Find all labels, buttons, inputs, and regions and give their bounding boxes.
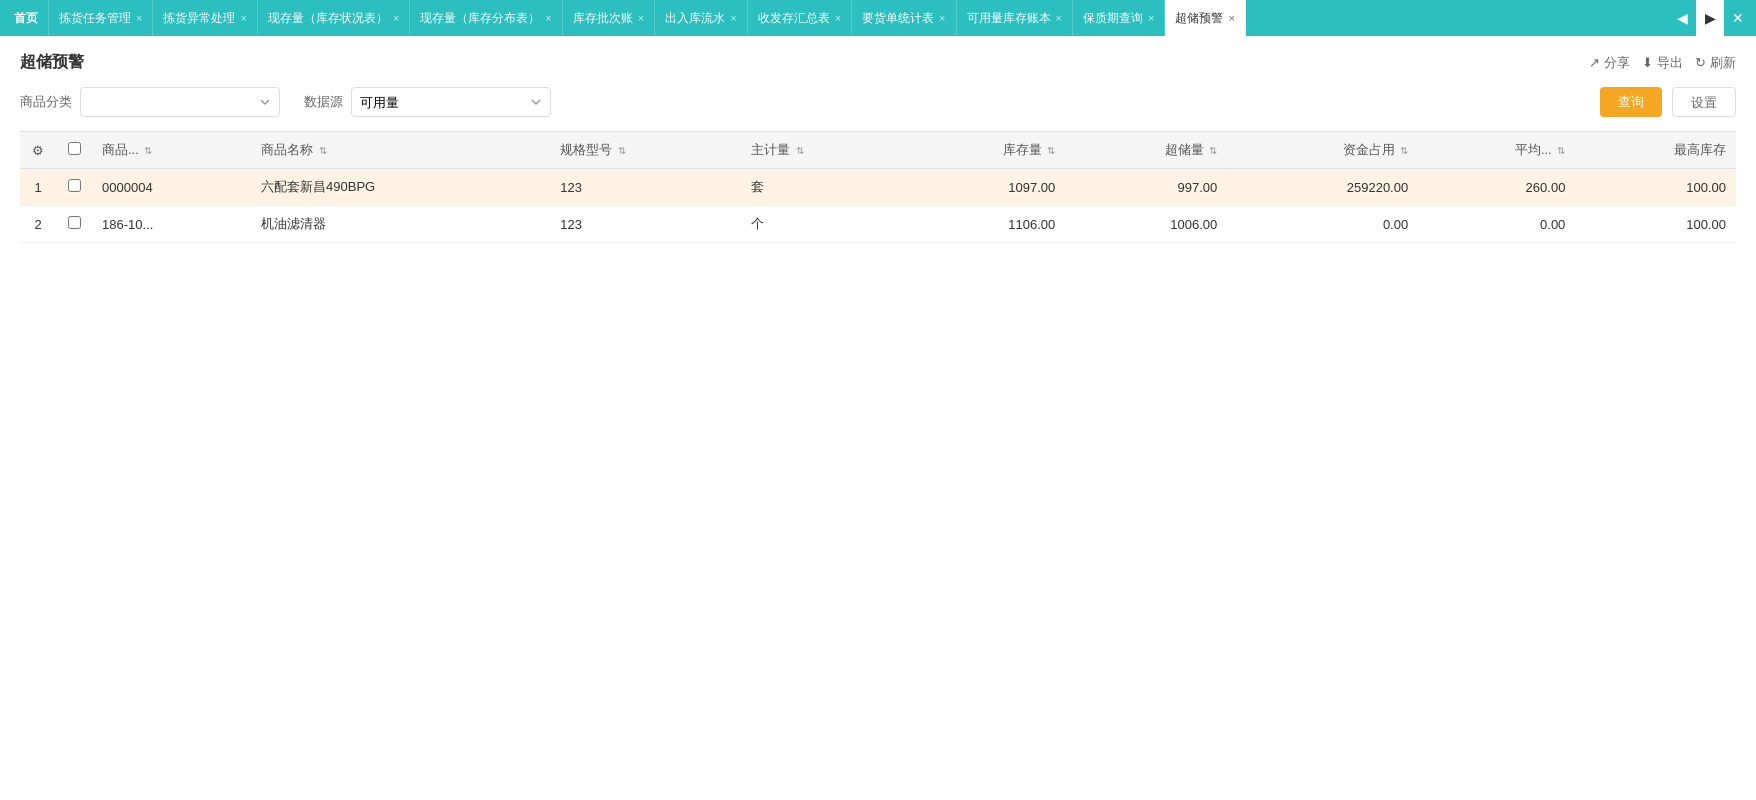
sort-icon: ⇅ xyxy=(618,145,626,156)
max-stock: 100.00 xyxy=(1575,206,1736,243)
datasource-label: 数据源 xyxy=(304,93,343,111)
data-table: ⚙ 商品... ⇅ 商品名称 ⇅ 规格型号 ⇅ 主计量 xyxy=(20,131,1736,243)
nav-tab-io-flow[interactable]: 出入库流水 × xyxy=(655,0,747,36)
select-all-checkbox[interactable] xyxy=(68,142,81,155)
overstock: 1006.00 xyxy=(1065,206,1227,243)
row-checkbox[interactable] xyxy=(68,179,81,192)
th-gear[interactable]: ⚙ xyxy=(20,132,56,169)
spec: 123 xyxy=(550,206,741,243)
close-icon[interactable]: × xyxy=(240,12,246,24)
page-title-bar: 超储预警 ↗ 分享 ⬇ 导出 ↻ 刷新 xyxy=(20,52,1736,73)
stock: 1097.00 xyxy=(903,169,1065,206)
table-header: ⚙ 商品... ⇅ 商品名称 ⇅ 规格型号 ⇅ 主计量 xyxy=(20,132,1736,169)
close-icon[interactable]: × xyxy=(136,12,142,24)
product-code: 0000004 xyxy=(92,169,251,206)
row-checkbox-cell[interactable] xyxy=(56,206,92,243)
close-icon[interactable]: × xyxy=(835,12,841,24)
category-filter: 商品分类 xyxy=(20,87,280,117)
page-title: 超储预警 xyxy=(20,52,84,73)
th-spec[interactable]: 规格型号 ⇅ xyxy=(550,132,741,169)
close-icon[interactable]: × xyxy=(545,12,551,24)
nav-tab-abnormal[interactable]: 拣货异常处理 × xyxy=(153,0,257,36)
th-max-stock[interactable]: 最高库存 xyxy=(1575,132,1736,169)
th-overstock[interactable]: 超储量 ⇅ xyxy=(1065,132,1227,169)
action-buttons: 查询 设置 xyxy=(1600,87,1736,117)
datasource-select[interactable]: 可用量 xyxy=(351,87,551,117)
max-stock: 100.00 xyxy=(1575,169,1736,206)
export-icon: ⬇ xyxy=(1642,55,1653,70)
nav-left-arrow[interactable]: ◀ xyxy=(1668,0,1696,36)
nav-tab-batch-account[interactable]: 库存批次账 × xyxy=(563,0,655,36)
close-icon[interactable]: × xyxy=(730,12,736,24)
sort-icon: ⇅ xyxy=(1557,145,1565,156)
close-icon[interactable]: × xyxy=(1228,12,1234,24)
nav-tab-inventory-status[interactable]: 现存量（库存状况表） × xyxy=(258,0,410,36)
refresh-icon: ↻ xyxy=(1695,55,1706,70)
gear-icon: ⚙ xyxy=(32,143,44,158)
nav-right-arrow[interactable]: ▶ xyxy=(1696,0,1724,36)
sort-icon: ⇅ xyxy=(319,145,327,156)
nav-tab-order-stat[interactable]: 要货单统计表 × xyxy=(852,0,956,36)
settings-button[interactable]: 设置 xyxy=(1672,87,1736,117)
row-number: 1 xyxy=(20,169,56,206)
sort-icon: ⇅ xyxy=(1047,145,1055,156)
stock: 1106.00 xyxy=(903,206,1065,243)
close-icon[interactable]: × xyxy=(638,12,644,24)
avg: 260.00 xyxy=(1418,169,1575,206)
nav-tab-task-mgmt[interactable]: 拣货任务管理 × xyxy=(49,0,153,36)
sort-icon: ⇅ xyxy=(1209,145,1217,156)
table-row: 1 0000004 六配套新昌490BPG 123 套 1097.00 997.… xyxy=(20,169,1736,206)
capital: 259220.00 xyxy=(1227,169,1418,206)
row-checkbox-cell[interactable] xyxy=(56,169,92,206)
nav-tab-inventory-dist[interactable]: 现存量（库存分布表） × xyxy=(410,0,562,36)
share-button[interactable]: ↗ 分享 xyxy=(1589,54,1630,72)
product-name: 机油滤清器 xyxy=(251,206,550,243)
sort-icon: ⇅ xyxy=(144,145,152,156)
th-unit[interactable]: 主计量 ⇅ xyxy=(741,132,903,169)
close-icon[interactable]: × xyxy=(1148,12,1154,24)
share-icon: ↗ xyxy=(1589,55,1600,70)
close-icon[interactable]: × xyxy=(939,12,945,24)
spec: 123 xyxy=(550,169,741,206)
refresh-button[interactable]: ↻ 刷新 xyxy=(1695,54,1736,72)
nav-tab-quality-period[interactable]: 保质期查询 × xyxy=(1073,0,1165,36)
sort-icon: ⇅ xyxy=(1400,145,1408,156)
datasource-filter: 数据源 可用量 xyxy=(304,87,551,117)
th-stock[interactable]: 库存量 ⇅ xyxy=(903,132,1065,169)
nav-tab-home[interactable]: 首页 xyxy=(4,0,49,36)
query-button[interactable]: 查询 xyxy=(1600,87,1662,117)
filter-bar: 商品分类 数据源 可用量 查询 设置 xyxy=(20,87,1736,117)
nav-tab-available-account[interactable]: 可用量库存账本 × xyxy=(957,0,1073,36)
title-actions: ↗ 分享 ⬇ 导出 ↻ 刷新 xyxy=(1589,54,1736,72)
capital: 0.00 xyxy=(1227,206,1418,243)
nav-close-arrow[interactable]: ✕ xyxy=(1724,0,1752,36)
unit: 个 xyxy=(741,206,903,243)
table-row: 2 186-10... 机油滤清器 123 个 1106.00 1006.00 … xyxy=(20,206,1736,243)
th-product-name[interactable]: 商品名称 ⇅ xyxy=(251,132,550,169)
row-checkbox[interactable] xyxy=(68,216,81,229)
close-icon[interactable]: × xyxy=(393,12,399,24)
overstock: 997.00 xyxy=(1065,169,1227,206)
th-product-code[interactable]: 商品... ⇅ xyxy=(92,132,251,169)
product-name: 六配套新昌490BPG xyxy=(251,169,550,206)
sort-icon: ⇅ xyxy=(796,145,804,156)
category-select[interactable] xyxy=(80,87,280,117)
nav-tab-overstock-alert[interactable]: 超储预警 × xyxy=(1165,0,1245,36)
nav-tab-collect-send[interactable]: 收发存汇总表 × xyxy=(748,0,852,36)
product-code: 186-10... xyxy=(92,206,251,243)
avg: 0.00 xyxy=(1418,206,1575,243)
category-label: 商品分类 xyxy=(20,93,72,111)
th-capital[interactable]: 资金占用 ⇅ xyxy=(1227,132,1418,169)
top-navigation: 首页 拣货任务管理 × 拣货异常处理 × 现存量（库存状况表） × 现存量（库存… xyxy=(0,0,1756,36)
unit: 套 xyxy=(741,169,903,206)
page-content: 超储预警 ↗ 分享 ⬇ 导出 ↻ 刷新 商品分类 数据源 xyxy=(0,36,1756,800)
row-number: 2 xyxy=(20,206,56,243)
export-button[interactable]: ⬇ 导出 xyxy=(1642,54,1683,72)
nav-arrows: ◀ ▶ ✕ xyxy=(1668,0,1752,36)
th-avg[interactable]: 平均... ⇅ xyxy=(1418,132,1575,169)
close-icon[interactable]: × xyxy=(1056,12,1062,24)
th-checkbox[interactable] xyxy=(56,132,92,169)
table-body: 1 0000004 六配套新昌490BPG 123 套 1097.00 997.… xyxy=(20,169,1736,243)
